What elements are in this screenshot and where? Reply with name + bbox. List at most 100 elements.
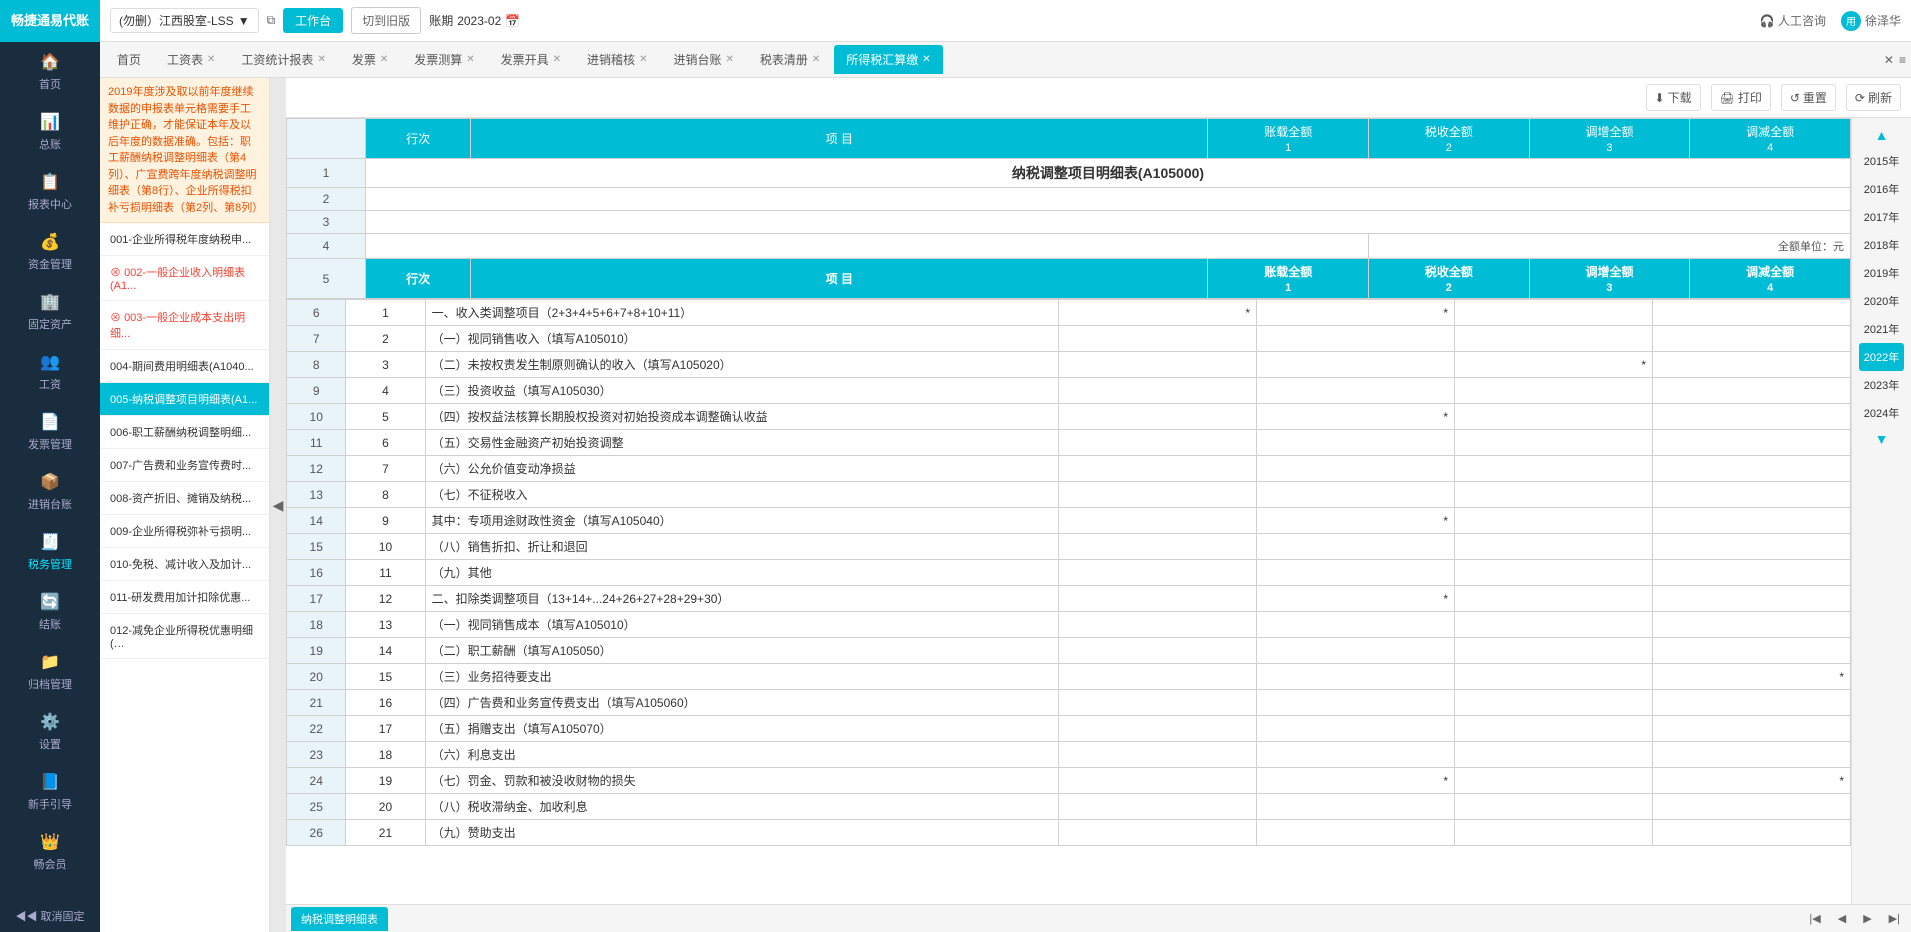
- year-item[interactable]: 2021年: [1859, 315, 1904, 343]
- data-cell[interactable]: [1059, 612, 1257, 638]
- sidebar-item-payroll[interactable]: 👥 工资: [0, 342, 100, 402]
- data-cell[interactable]: [1059, 742, 1257, 768]
- data-cell[interactable]: [1653, 638, 1851, 664]
- switch-old-button[interactable]: 切到旧版: [351, 7, 421, 34]
- year-item[interactable]: 2024年: [1859, 399, 1904, 427]
- data-cell[interactable]: [1257, 716, 1455, 742]
- data-cell[interactable]: [1455, 560, 1653, 586]
- data-cell[interactable]: [1257, 482, 1455, 508]
- data-cell[interactable]: [1257, 456, 1455, 482]
- data-cell[interactable]: [1257, 820, 1455, 846]
- data-cell[interactable]: [1455, 430, 1653, 456]
- data-cell[interactable]: [1257, 638, 1455, 664]
- left-menu-item-003[interactable]: ⊗ 003-一般企业成本支出明细...: [100, 301, 269, 350]
- data-cell[interactable]: [1455, 508, 1653, 534]
- company-selector[interactable]: (勿删）江西股室-LSS ▼: [110, 8, 259, 33]
- xiangmu-cell[interactable]: （六）利息支出: [425, 742, 1059, 768]
- sidebar-item-guide[interactable]: 📘 新手引导: [0, 762, 100, 822]
- left-menu-item-004[interactable]: 004-期间费用明细表(A1040...: [100, 350, 269, 383]
- print-button[interactable]: 🖨 打印: [1711, 84, 1771, 111]
- data-cell[interactable]: *: [1455, 352, 1653, 378]
- year-item[interactable]: 2018年: [1859, 231, 1904, 259]
- data-cell[interactable]: [1455, 378, 1653, 404]
- tab-tax-list[interactable]: 税表清册 ✕: [748, 45, 832, 74]
- data-cell[interactable]: [1455, 768, 1653, 794]
- data-cell[interactable]: [1455, 742, 1653, 768]
- data-cell[interactable]: [1653, 456, 1851, 482]
- service-button[interactable]: 🎧 人工咨询: [1760, 12, 1826, 29]
- sidebar-item-archive[interactable]: 📁 归档管理: [0, 642, 100, 702]
- left-menu-item-010[interactable]: 010-免税、减计收入及加计...: [100, 548, 269, 581]
- data-cell[interactable]: [1653, 508, 1851, 534]
- xiangmu-cell[interactable]: （三）业务招待要支出: [425, 664, 1059, 690]
- data-cell[interactable]: [1257, 794, 1455, 820]
- data-cell[interactable]: [1653, 742, 1851, 768]
- data-cell[interactable]: [1455, 664, 1653, 690]
- data-cell[interactable]: [1653, 612, 1851, 638]
- data-cell[interactable]: [1455, 534, 1653, 560]
- data-cell[interactable]: *: [1257, 508, 1455, 534]
- data-cell[interactable]: [1059, 820, 1257, 846]
- sidebar-item-close[interactable]: 🔄 结账: [0, 582, 100, 642]
- tab-income-tax[interactable]: 所得税汇算缴 ✕: [834, 45, 942, 74]
- sidebar-item-home[interactable]: 🏠 首页: [0, 42, 100, 102]
- data-cell[interactable]: [1059, 326, 1257, 352]
- data-cell[interactable]: [1653, 586, 1851, 612]
- xiangmu-cell[interactable]: （三）投资收益（填写A105030）: [425, 378, 1059, 404]
- user-menu[interactable]: 用 徐泽华: [1841, 11, 1901, 31]
- data-cell[interactable]: [1653, 378, 1851, 404]
- data-cell[interactable]: *: [1653, 768, 1851, 794]
- bottom-scroll-right[interactable]: ▶|: [1883, 910, 1906, 927]
- data-cell[interactable]: [1653, 482, 1851, 508]
- data-cell[interactable]: [1653, 690, 1851, 716]
- left-menu-item-005[interactable]: 005-纳税调整项目明细表(A1...: [100, 383, 269, 416]
- xiangmu-cell[interactable]: （二）职工薪酬（填写A105050）: [425, 638, 1059, 664]
- sidebar-item-finance[interactable]: 💰 资金管理: [0, 222, 100, 282]
- xiangmu-cell[interactable]: 二、扣除类调整项目（13+14+...24+26+27+28+29+30）: [425, 586, 1059, 612]
- sidebar-item-purchase[interactable]: 📦 进销台账: [0, 462, 100, 522]
- tab-close-icon[interactable]: ✕: [553, 54, 561, 65]
- data-cell[interactable]: [1455, 690, 1653, 716]
- xiangmu-cell[interactable]: （九）赞助支出: [425, 820, 1059, 846]
- bottom-nav-right[interactable]: ▶: [1857, 910, 1877, 927]
- sidebar-item-settings[interactable]: ⚙️ 设置: [0, 702, 100, 762]
- sidebar-item-vip[interactable]: 👑 畅会员: [0, 822, 100, 882]
- data-cell[interactable]: [1059, 690, 1257, 716]
- left-menu-item-012[interactable]: 012-减免企业所得税优惠明细(…: [100, 614, 269, 659]
- data-cell[interactable]: *: [1257, 300, 1455, 326]
- xiangmu-cell[interactable]: （四）按权益法核算长期股权投资对初始投资成本调整确认收益: [425, 404, 1059, 430]
- tab-close-icon[interactable]: ✕: [207, 54, 215, 65]
- data-cell[interactable]: [1653, 326, 1851, 352]
- data-cell[interactable]: [1455, 300, 1653, 326]
- data-cell[interactable]: [1059, 638, 1257, 664]
- tab-close-icon[interactable]: ✕: [922, 54, 930, 65]
- data-cell[interactable]: [1059, 768, 1257, 794]
- year-item[interactable]: 2022年: [1859, 343, 1904, 371]
- period-selector[interactable]: 账期 2023-02 📅: [429, 12, 520, 29]
- bottom-nav-left[interactable]: ◀: [1832, 910, 1852, 927]
- data-cell[interactable]: [1653, 352, 1851, 378]
- xiangmu-cell[interactable]: （七）不征税收入: [425, 482, 1059, 508]
- year-scroll-down[interactable]: ▼: [1871, 427, 1893, 451]
- data-cell[interactable]: [1059, 378, 1257, 404]
- data-cell[interactable]: [1257, 560, 1455, 586]
- left-menu-item-006[interactable]: 006-职工薪酬纳税调整明细...: [100, 416, 269, 449]
- year-item[interactable]: 2019年: [1859, 259, 1904, 287]
- left-menu-item-011[interactable]: 011-研发费用加计扣除优惠...: [100, 581, 269, 614]
- tab-payroll[interactable]: 工资表 ✕: [155, 45, 227, 74]
- xiangmu-cell[interactable]: （一）视同销售收入（填写A105010）: [425, 326, 1059, 352]
- data-cell[interactable]: [1455, 820, 1653, 846]
- year-item[interactable]: 2017年: [1859, 203, 1904, 231]
- tab-close-icon[interactable]: ✕: [317, 54, 325, 65]
- data-cell[interactable]: [1653, 534, 1851, 560]
- data-cell[interactable]: [1059, 716, 1257, 742]
- sidebar-item-ledger[interactable]: 📊 总账: [0, 102, 100, 162]
- data-cell[interactable]: [1455, 638, 1653, 664]
- data-cell[interactable]: [1257, 352, 1455, 378]
- tab-close-icon[interactable]: ✕: [380, 54, 388, 65]
- xiangmu-cell[interactable]: （四）广告费和业务宣传费支出（填写A105060）: [425, 690, 1059, 716]
- collapse-button[interactable]: ◀: [270, 78, 286, 932]
- copy-icon[interactable]: ⧉: [267, 13, 276, 28]
- data-cell[interactable]: [1257, 664, 1455, 690]
- left-menu-item-007[interactable]: 007-广告费和业务宣传费时...: [100, 449, 269, 482]
